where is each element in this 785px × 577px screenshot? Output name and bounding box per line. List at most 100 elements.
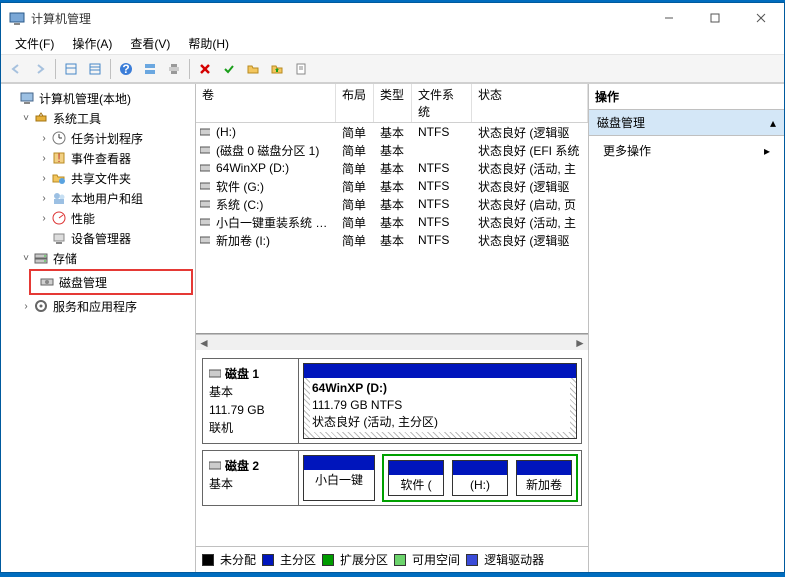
tree-label: 计算机管理(本地) (39, 90, 131, 107)
legend-extended-swatch (322, 554, 334, 566)
view-list-button[interactable] (60, 58, 82, 80)
volume-type: 基本 (374, 178, 412, 195)
help-button[interactable]: ? (115, 58, 137, 80)
forward-button[interactable] (29, 58, 51, 80)
volume-row[interactable]: (H:)简单基本NTFS状态良好 (逻辑驱 (196, 123, 588, 141)
volume-row[interactable]: 软件 (G:)简单基本NTFS状态良好 (逻辑驱 (196, 177, 588, 195)
tree-services-apps[interactable]: ›服务和应用程序 (3, 296, 193, 316)
col-filesystem[interactable]: 文件系统 (412, 84, 472, 122)
volume-layout: 简单 (336, 124, 374, 141)
shared-folder-icon (51, 170, 67, 186)
tree-local-users[interactable]: ›本地用户和组 (3, 188, 193, 208)
volume-type: 基本 (374, 232, 412, 249)
actions-context[interactable]: 磁盘管理 ▴ (589, 110, 784, 136)
disk-1-info: 磁盘 1 基本 111.79 GB 联机 (203, 359, 299, 443)
folder-button[interactable] (242, 58, 264, 80)
col-type[interactable]: 类型 (374, 84, 412, 122)
disk-1-partition-1[interactable]: 64WinXP (D:) 111.79 GB NTFS 状态良好 (活动, 主分… (303, 363, 577, 439)
services-icon (33, 298, 49, 314)
tree-root[interactable]: 计算机管理(本地) (3, 88, 193, 108)
volume-status: 状态良好 (EFI 系统 (472, 142, 588, 159)
tree-shared-folders[interactable]: ›共享文件夹 (3, 168, 193, 188)
volume-type: 基本 (374, 124, 412, 141)
minimize-button[interactable] (646, 3, 692, 33)
disk-graphical-pane[interactable]: 磁盘 1 基本 111.79 GB 联机 64WinXP (D:) 111.79… (196, 350, 588, 546)
volume-hscroll[interactable]: ◄ ► (196, 334, 588, 350)
volume-row[interactable]: 系统 (C:)简单基本NTFS状态良好 (启动, 页 (196, 195, 588, 213)
window-title: 计算机管理 (31, 10, 646, 27)
actions-more[interactable]: 更多操作 ▸ (589, 136, 784, 165)
tree-device-manager[interactable]: 设备管理器 (3, 228, 193, 248)
check-button[interactable] (218, 58, 240, 80)
body: 计算机管理(本地) ˅系统工具 ›任务计划程序 ›!事件查看器 ›共享文件夹 ›… (1, 83, 784, 572)
tree-pane[interactable]: 计算机管理(本地) ˅系统工具 ›任务计划程序 ›!事件查看器 ›共享文件夹 ›… (1, 84, 196, 572)
view-top-bottom-button[interactable] (139, 58, 161, 80)
tree-event-viewer[interactable]: ›!事件查看器 (3, 148, 193, 168)
col-volume[interactable]: 卷 (196, 84, 336, 122)
disk-2-partition-3[interactable]: (H:) (452, 460, 508, 496)
menu-file[interactable]: 文件(F) (7, 33, 62, 54)
volume-type: 基本 (374, 160, 412, 177)
disk-2-partition-4[interactable]: 新加卷 (516, 460, 572, 496)
disk-1-row[interactable]: 磁盘 1 基本 111.79 GB 联机 64WinXP (D:) 111.79… (202, 358, 582, 444)
volume-row[interactable]: 64WinXP (D:)简单基本NTFS状态良好 (活动, 主 (196, 159, 588, 177)
tree-system-tools[interactable]: ˅系统工具 (3, 108, 193, 128)
volume-status: 状态良好 (逻辑驱 (472, 232, 588, 249)
disk-2-row[interactable]: 磁盘 2 基本 小白一键 软件 ( (H:) 新加卷 (202, 450, 582, 506)
delete-button[interactable] (194, 58, 216, 80)
tree-label: 事件查看器 (71, 150, 131, 167)
col-status[interactable]: 状态 (472, 84, 588, 122)
disk-1-partitions: 64WinXP (D:) 111.79 GB NTFS 状态良好 (活动, 主分… (299, 359, 581, 443)
volume-list[interactable]: 卷 布局 类型 文件系统 状态 (H:)简单基本NTFS状态良好 (逻辑驱(磁盘… (196, 84, 588, 334)
view-detail-button[interactable] (84, 58, 106, 80)
menu-operate[interactable]: 操作(A) (64, 33, 120, 54)
volume-icon (196, 163, 210, 173)
tree-disk-management[interactable]: 磁盘管理 (33, 272, 189, 292)
legend-primary: 主分区 (280, 551, 316, 568)
actions-more-label: 更多操作 (603, 142, 651, 159)
properties-button[interactable] (290, 58, 312, 80)
menu-help[interactable]: 帮助(H) (180, 33, 237, 54)
tree-task-scheduler[interactable]: ›任务计划程序 (3, 128, 193, 148)
partition-label: (H:) (456, 477, 504, 494)
back-button[interactable] (5, 58, 27, 80)
computer-management-window: 计算机管理 文件(F) 操作(A) 查看(V) 帮助(H) ? 计算机管理(本地… (0, 2, 785, 573)
tree-label: 系统工具 (53, 110, 101, 127)
volume-row[interactable]: 新加卷 (I:)简单基本NTFS状态良好 (逻辑驱 (196, 231, 588, 249)
volume-icon (196, 199, 210, 209)
collapse-icon[interactable]: ▴ (770, 116, 776, 130)
legend-logical-swatch (466, 554, 478, 566)
actions-context-label: 磁盘管理 (597, 114, 645, 131)
partition-label: 软件 ( (392, 477, 440, 494)
svg-text:!: ! (57, 151, 60, 165)
computer-icon (19, 90, 35, 106)
tree-performance[interactable]: ›性能 (3, 208, 193, 228)
settings-button[interactable] (163, 58, 185, 80)
volume-status: 状态良好 (逻辑驱 (472, 124, 588, 141)
disk-1-state: 联机 (209, 419, 292, 437)
volume-icon (196, 127, 210, 137)
scroll-left-icon[interactable]: ◄ (196, 335, 212, 351)
tree-label: 本地用户和组 (71, 190, 143, 207)
col-layout[interactable]: 布局 (336, 84, 374, 122)
volume-type: 基本 (374, 196, 412, 213)
volume-fs: NTFS (412, 125, 472, 139)
scroll-right-icon[interactable]: ► (572, 335, 588, 351)
menu-view[interactable]: 查看(V) (122, 33, 178, 54)
disk-2-partition-1[interactable]: 小白一键 (303, 455, 375, 501)
volume-row[interactable]: (磁盘 0 磁盘分区 1)简单基本状态良好 (EFI 系统 (196, 141, 588, 159)
storage-icon (33, 250, 49, 266)
volume-row[interactable]: 小白一键重装系统 (E:)简单基本NTFS状态良好 (活动, 主 (196, 213, 588, 231)
tree-storage[interactable]: ˅存储 (3, 248, 193, 268)
folder-up-button[interactable] (266, 58, 288, 80)
volume-status: 状态良好 (启动, 页 (472, 196, 588, 213)
volume-icon (196, 181, 210, 191)
volume-status: 状态良好 (活动, 主 (472, 214, 588, 231)
close-button[interactable] (738, 3, 784, 33)
maximize-button[interactable] (692, 3, 738, 33)
disk-2-partition-2[interactable]: 软件 ( (388, 460, 444, 496)
menubar: 文件(F) 操作(A) 查看(V) 帮助(H) (1, 33, 784, 55)
volume-layout: 简单 (336, 214, 374, 231)
volume-name: 64WinXP (D:) (210, 161, 336, 175)
volume-list-header[interactable]: 卷 布局 类型 文件系统 状态 (196, 84, 588, 123)
